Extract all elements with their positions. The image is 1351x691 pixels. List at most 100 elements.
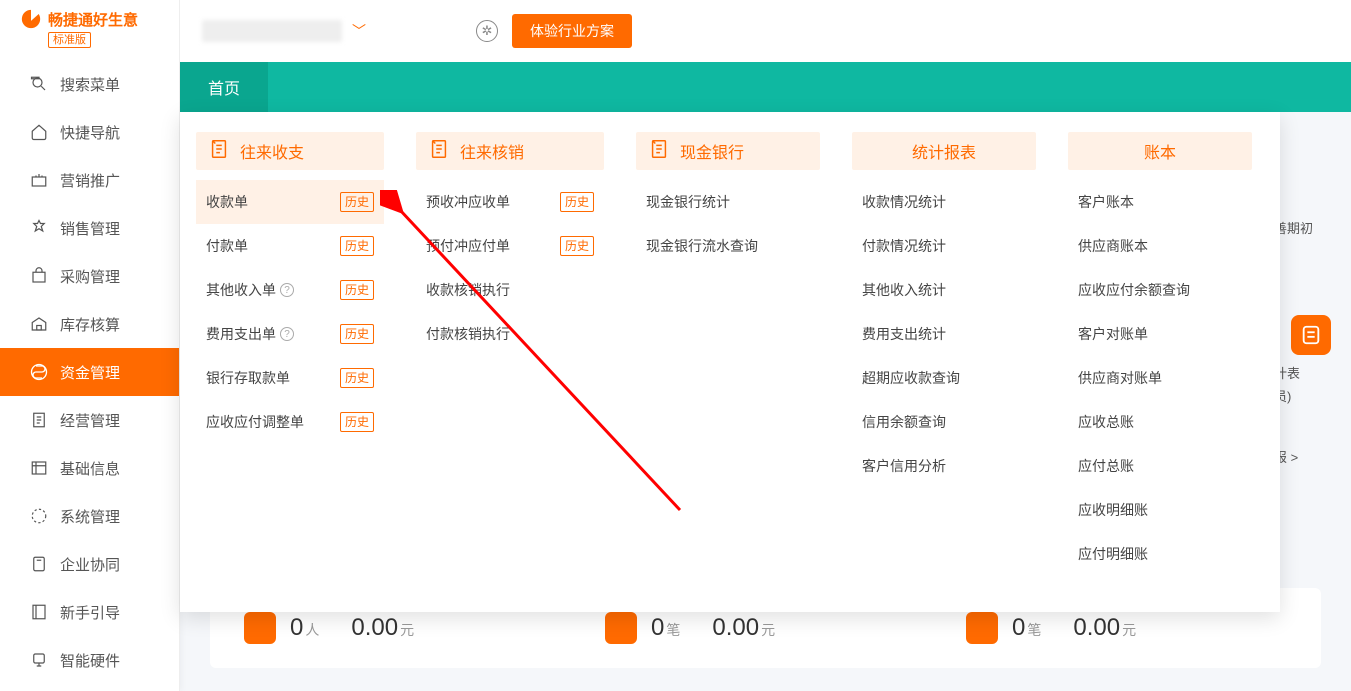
sidebar-item-base[interactable]: 基础信息: [0, 444, 179, 492]
mega-menu-item[interactable]: 供应商账本: [1068, 224, 1252, 268]
mega-menu-item[interactable]: 付款单 历史: [196, 224, 384, 268]
sidebar-item-search[interactable]: 搜索菜单: [0, 60, 179, 108]
industry-plan-button[interactable]: 体验行业方案: [512, 14, 632, 48]
document-icon: [648, 138, 670, 165]
sidebar-item-label: 库存核算: [60, 314, 120, 335]
org-selector[interactable]: ﹀: [202, 20, 462, 42]
mega-menu-item[interactable]: 应付总账: [1068, 444, 1252, 488]
mega-menu-item[interactable]: 其他收入统计: [852, 268, 1036, 312]
floating-action-icon[interactable]: [1291, 315, 1331, 355]
mega-item-label: 应收总账: [1078, 412, 1134, 432]
tab-home[interactable]: 首页: [180, 62, 268, 112]
mega-menu-item[interactable]: 收款单历史: [196, 180, 384, 224]
mega-menu-item[interactable]: 付款情况统计: [852, 224, 1036, 268]
sidebar-item-collab[interactable]: 企业协同: [0, 540, 179, 588]
sidebar-item-label: 基础信息: [60, 458, 120, 479]
history-tag[interactable]: 历史: [340, 280, 374, 300]
mega-menu-item[interactable]: 预付冲应付单 历史: [416, 224, 604, 268]
help-icon[interactable]: ?: [280, 327, 294, 341]
history-tag[interactable]: 历史: [340, 324, 374, 344]
mega-item-label: 预付冲应付单: [426, 236, 510, 256]
quicknav-icon: [30, 123, 48, 141]
history-tag[interactable]: 历史: [340, 368, 374, 388]
mega-menu-item[interactable]: 预收冲应收单历史: [416, 180, 604, 224]
mega-menu-item[interactable]: 客户账本: [1068, 180, 1252, 224]
mega-item-label: 费用支出单?: [206, 324, 294, 344]
org-name-blurred: [202, 20, 342, 42]
stat-amount: 0.00元: [351, 614, 414, 642]
mega-menu-item[interactable]: 收款情况统计: [852, 180, 1036, 224]
mega-item-label: 付款单: [206, 236, 248, 256]
stat-amount: 0.00元: [712, 614, 775, 642]
sidebar-item-label: 智能硬件: [60, 650, 120, 671]
mega-menu-item[interactable]: 应收应付调整单历史: [196, 400, 384, 444]
history-tag[interactable]: 历史: [340, 192, 374, 212]
history-tag[interactable]: 历史: [560, 236, 594, 256]
mega-menu-item[interactable]: 收款核销执行: [416, 268, 604, 312]
sidebar-item-hardware[interactable]: 智能硬件: [0, 636, 179, 684]
sidebar-nav: 搜索菜单快捷导航营销推广销售管理采购管理库存核算资金管理经营管理基础信息系统管理…: [0, 60, 179, 684]
mega-item-label: 客户信用分析: [862, 456, 946, 476]
history-tag[interactable]: 历史: [340, 236, 374, 256]
sidebar-item-ops[interactable]: 经营管理: [0, 396, 179, 444]
mega-menu-item[interactable]: 付款核销执行: [416, 312, 604, 356]
mega-item-label: 供应商对账单: [1078, 368, 1162, 388]
mega-column-header: 账本: [1068, 132, 1252, 170]
sidebar-item-system[interactable]: 系统管理: [0, 492, 179, 540]
help-icon[interactable]: ?: [280, 283, 294, 297]
stat-icon: [605, 612, 637, 644]
mega-menu-item[interactable]: 应付明细账: [1068, 532, 1252, 576]
mega-item-label: 其他收入单?: [206, 280, 294, 300]
mega-menu-item[interactable]: 客户信用分析: [852, 444, 1036, 488]
stat-block: 0笔0.00元: [966, 612, 1287, 644]
mega-menu-item[interactable]: 其他收入单? 历史: [196, 268, 384, 312]
history-tag[interactable]: 历史: [340, 412, 374, 432]
stat-icon: [966, 612, 998, 644]
sidebar-item-guide[interactable]: 新手引导: [0, 588, 179, 636]
mega-menu-item[interactable]: 应收明细账: [1068, 488, 1252, 532]
sidebar-item-sales[interactable]: 销售管理: [0, 204, 179, 252]
mega-menu-item[interactable]: 应收应付余额查询: [1068, 268, 1252, 312]
sidebar-item-purchase[interactable]: 采购管理: [0, 252, 179, 300]
sidebar-item-label: 系统管理: [60, 506, 120, 527]
sidebar-item-label: 销售管理: [60, 218, 120, 239]
tabbar: 首页: [180, 62, 1351, 112]
mega-menu-item[interactable]: 客户对账单: [1068, 312, 1252, 356]
mega-item-label: 供应商账本: [1078, 236, 1148, 256]
mega-column-header: 统计报表: [852, 132, 1036, 170]
sidebar-item-funds[interactable]: 资金管理: [0, 348, 179, 396]
mega-menu-item[interactable]: 应收总账: [1068, 400, 1252, 444]
mega-column-title: 统计报表: [864, 139, 1024, 163]
ops-icon: [30, 411, 48, 429]
sidebar-item-inventory[interactable]: 库存核算: [0, 300, 179, 348]
system-icon: [30, 507, 48, 525]
history-tag[interactable]: 历史: [560, 192, 594, 212]
sidebar-item-label: 经营管理: [60, 410, 120, 431]
sales-icon: [30, 219, 48, 237]
mega-column-title: 往来核销: [460, 139, 592, 163]
sidebar-item-label: 搜索菜单: [60, 74, 120, 95]
mega-column-header: 往来核销: [416, 132, 604, 170]
app-edition-tag: 标准版: [48, 32, 91, 48]
mega-menu-item[interactable]: 信用余额查询: [852, 400, 1036, 444]
purchase-icon: [30, 267, 48, 285]
mega-menu-item[interactable]: 银行存取款单历史: [196, 356, 384, 400]
mega-menu-item[interactable]: 供应商对账单: [1068, 356, 1252, 400]
inventory-icon: [30, 315, 48, 333]
mega-item-label: 超期应收款查询: [862, 368, 960, 388]
collab-icon: [30, 555, 48, 573]
document-icon: [428, 138, 450, 165]
funds-mega-menu: 往来收支收款单历史付款单历史其他收入单?历史费用支出单?历史银行存取款单历史应收…: [180, 112, 1280, 612]
sidebar-item-promo[interactable]: 营销推广: [0, 156, 179, 204]
app-logo-icon: [20, 8, 42, 30]
mega-item-label: 应收应付余额查询: [1078, 280, 1190, 300]
gear-icon[interactable]: ✲: [476, 20, 498, 42]
mega-menu-item[interactable]: 费用支出单? 历史: [196, 312, 384, 356]
mega-column-title: 现金银行: [680, 139, 808, 163]
sidebar-item-label: 营销推广: [60, 170, 120, 191]
mega-menu-item[interactable]: 现金银行流水查询: [636, 224, 820, 268]
mega-menu-item[interactable]: 费用支出统计: [852, 312, 1036, 356]
mega-menu-item[interactable]: 超期应收款查询: [852, 356, 1036, 400]
sidebar-item-quicknav[interactable]: 快捷导航: [0, 108, 179, 156]
mega-menu-item[interactable]: 现金银行统计: [636, 180, 820, 224]
